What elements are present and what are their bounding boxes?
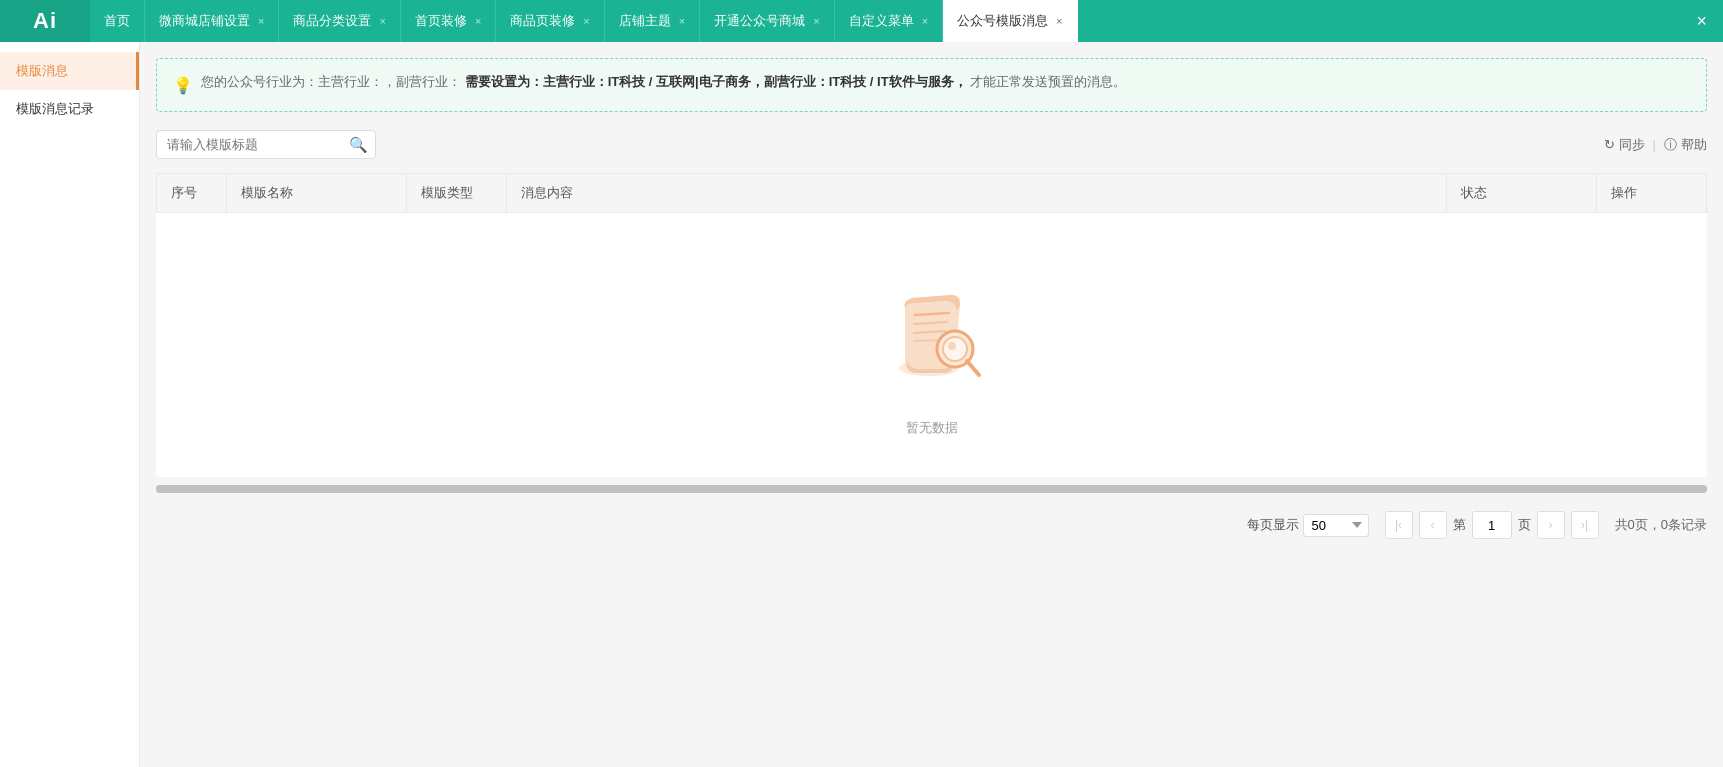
search-input-wrap: 🔍 (156, 130, 376, 159)
sync-button[interactable]: ↻ 同步 (1604, 136, 1645, 154)
empty-state: 暂无数据 (157, 213, 1707, 477)
sidebar-item-1[interactable]: 模版消息记录 (0, 90, 139, 128)
tab-close-6[interactable]: × (813, 16, 819, 27)
tab-item-5[interactable]: 店铺主题× (605, 0, 700, 42)
scrollbar-track[interactable] (156, 485, 1707, 493)
empty-illustration (867, 273, 997, 403)
main-layout: 模版消息模版消息记录 💡 您的公众号行业为：主营行业：，副营行业： 需要设置为：… (0, 42, 1723, 767)
tab-item-3[interactable]: 首页装修× (401, 0, 496, 42)
tab-close-5[interactable]: × (679, 16, 685, 27)
search-left: 🔍 (156, 130, 376, 159)
page-total-info: 共0页，0条记录 (1615, 516, 1707, 534)
page-size-label: 每页显示 (1247, 516, 1299, 534)
sync-icon: ↻ (1604, 137, 1615, 152)
scrollbar-thumb (156, 485, 1707, 493)
search-right: ↻ 同步 | ⓘ 帮助 (1604, 136, 1707, 154)
empty-row: 暂无数据 (157, 213, 1707, 478)
tab-close-8[interactable]: × (1056, 16, 1062, 27)
pagination: 每页显示 102050100 |‹ ‹ 第 页 › ›| 共0页，0条记录 (156, 501, 1707, 539)
top-nav: Ai 首页微商城店铺设置×商品分类设置×首页装修×商品页装修×店铺主题×开通公众… (0, 0, 1723, 42)
tab-item-1[interactable]: 微商城店铺设置× (145, 0, 279, 42)
data-table: 序号模版名称模版类型消息内容状态操作 (156, 173, 1707, 477)
page-first-button[interactable]: |‹ (1385, 511, 1413, 539)
page-word-before: 第 (1453, 516, 1466, 534)
search-input[interactable] (156, 130, 376, 159)
table-header-5: 操作 (1597, 174, 1707, 213)
notice-highlight: 需要设置为：主营行业：IT科技 / 互联网|电子商务，副营行业：IT科技 / I… (465, 74, 967, 89)
tab-item-4[interactable]: 商品页装修× (496, 0, 604, 42)
search-bar: 🔍 ↻ 同步 | ⓘ 帮助 (156, 130, 1707, 159)
help-icon: ⓘ (1664, 136, 1677, 154)
page-next-button[interactable]: › (1537, 511, 1565, 539)
notice-text: 您的公众号行业为：主营行业：，副营行业： 需要设置为：主营行业：IT科技 / 互… (201, 71, 1126, 93)
table-header-0: 序号 (157, 174, 227, 213)
bulb-icon: 💡 (173, 72, 193, 99)
page-prev-button[interactable]: ‹ (1419, 511, 1447, 539)
tab-item-6[interactable]: 开通公众号商城× (700, 0, 834, 42)
divider: | (1653, 137, 1656, 152)
tab-close-7[interactable]: × (922, 16, 928, 27)
tab-item-8[interactable]: 公众号模版消息× (943, 0, 1077, 42)
tab-item-7[interactable]: 自定义菜单× (835, 0, 943, 42)
tab-item-2[interactable]: 商品分类设置× (279, 0, 400, 42)
page-last-button[interactable]: ›| (1571, 511, 1599, 539)
page-word-after: 页 (1518, 516, 1531, 534)
content-area: 💡 您的公众号行业为：主营行业：，副营行业： 需要设置为：主营行业：IT科技 /… (140, 42, 1723, 767)
brand-logo: Ai (0, 0, 90, 42)
table-header-4: 状态 (1447, 174, 1597, 213)
nav-tabs: 首页微商城店铺设置×商品分类设置×首页装修×商品页装修×店铺主题×开通公众号商城… (90, 0, 1680, 42)
tab-item-0[interactable]: 首页 (90, 0, 145, 42)
page-size-dropdown[interactable]: 102050100 (1303, 514, 1369, 537)
table-header-1: 模版名称 (227, 174, 407, 213)
notice-box: 💡 您的公众号行业为：主营行业：，副营行业： 需要设置为：主营行业：IT科技 /… (156, 58, 1707, 112)
table-body: 暂无数据 (157, 213, 1707, 478)
tab-close-1[interactable]: × (258, 16, 264, 27)
page-size-select: 每页显示 102050100 (1247, 514, 1369, 537)
table-header-row: 序号模版名称模版类型消息内容状态操作 (157, 174, 1707, 213)
page-number-input[interactable] (1472, 511, 1512, 539)
table-header-3: 消息内容 (507, 174, 1447, 213)
search-icon[interactable]: 🔍 (349, 136, 368, 154)
svg-line-7 (967, 361, 979, 375)
tab-close-2[interactable]: × (379, 16, 385, 27)
sidebar: 模版消息模版消息记录 (0, 42, 140, 767)
svg-point-6 (943, 337, 967, 361)
help-button[interactable]: ⓘ 帮助 (1664, 136, 1707, 154)
tab-close-4[interactable]: × (583, 16, 589, 27)
tab-close-3[interactable]: × (475, 16, 481, 27)
global-close-button[interactable]: × (1680, 0, 1723, 42)
table-header-2: 模版类型 (407, 174, 507, 213)
empty-text: 暂无数据 (906, 419, 958, 437)
sidebar-item-0[interactable]: 模版消息 (0, 52, 139, 90)
svg-point-8 (948, 342, 956, 350)
